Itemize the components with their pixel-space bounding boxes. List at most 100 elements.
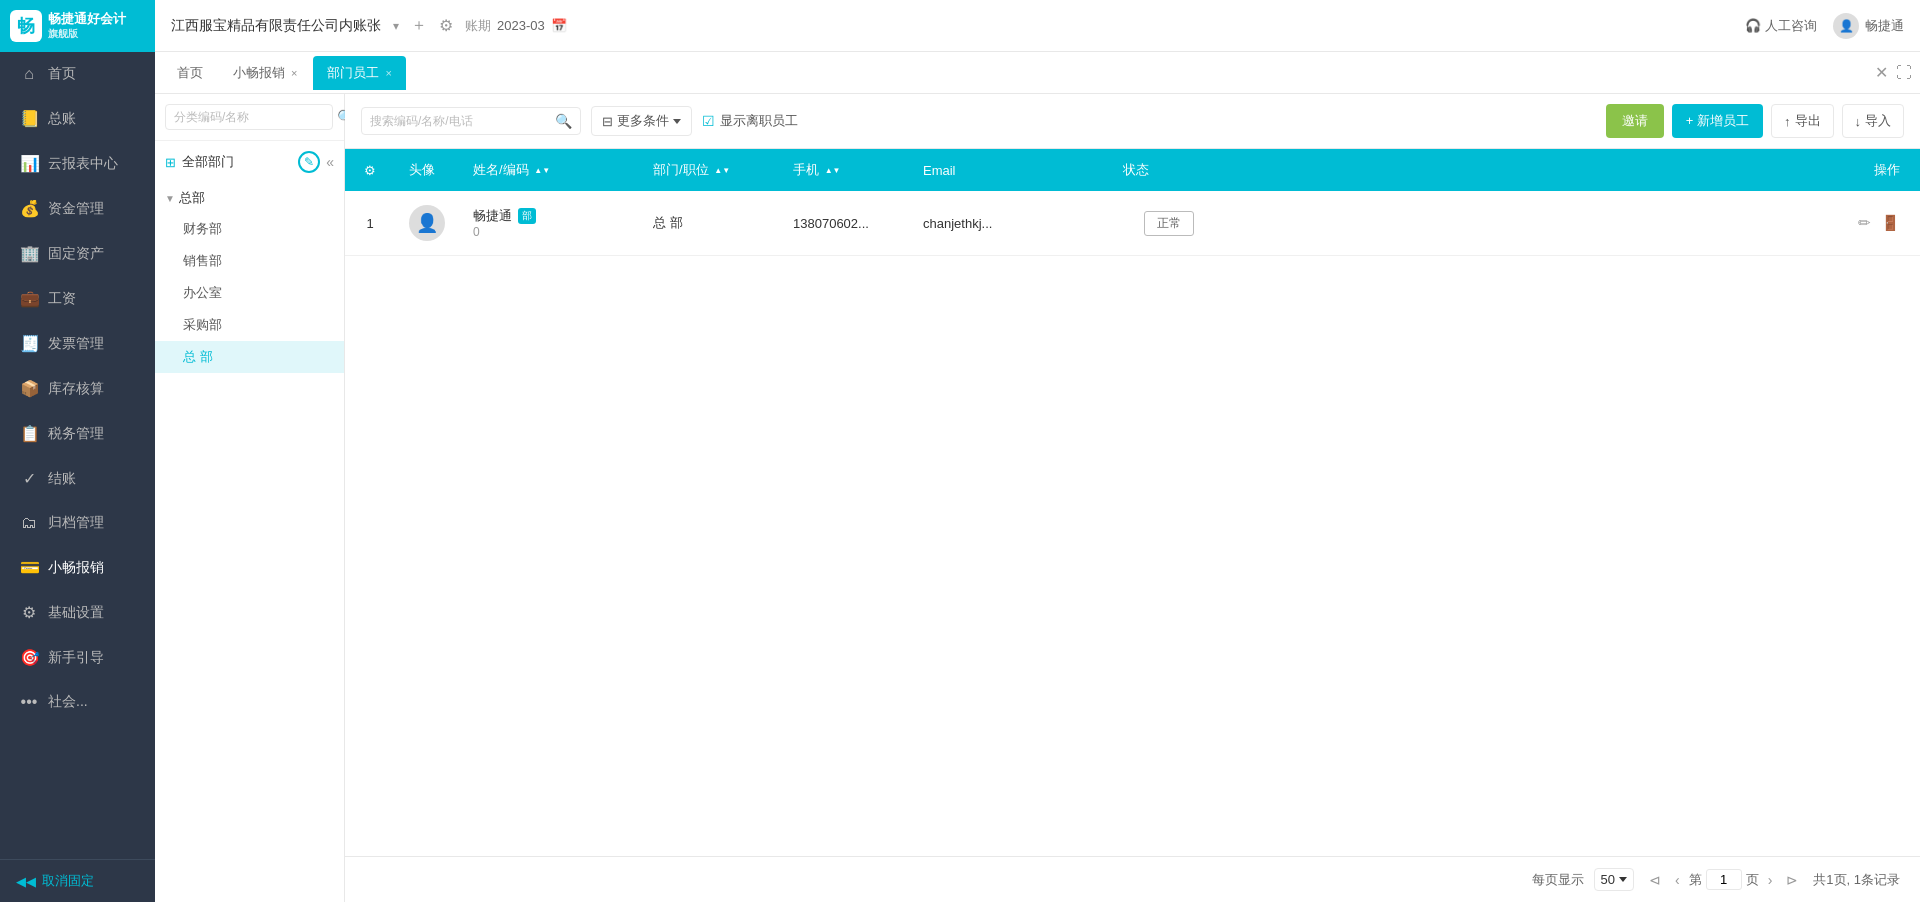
page-size-label: 每页显示 [1532, 871, 1584, 889]
dept-item-general[interactable]: 总 部 [155, 341, 344, 373]
archive-icon: 🗂 [20, 514, 38, 532]
sidebar-item-ledger[interactable]: 📒 总账 [0, 96, 155, 141]
all-departments-label[interactable]: 全部部门 [182, 153, 292, 171]
sidebar-item-settings[interactable]: ⚙ 基础设置 [0, 590, 155, 635]
assets-icon: 🏢 [20, 244, 38, 263]
sidebar-item-checkout[interactable]: ✓ 结账 [0, 456, 155, 501]
last-page-btn[interactable]: ⊳ [1781, 870, 1803, 890]
sidebar-item-more[interactable]: ••• 社会... [0, 680, 155, 724]
col-dept-header[interactable]: 部门/职位 ▲▼ [639, 149, 779, 191]
col-settings[interactable]: ⚙ [345, 149, 395, 191]
company-dropdown-btn[interactable]: ▾ [393, 19, 399, 33]
dept-badge: 部 [518, 208, 536, 224]
employees-table: ⚙ 头像 姓名/编码 ▲▼ 部门/职位 ▲▼ 手机 [345, 149, 1920, 256]
page-size-dropdown-icon [1619, 877, 1627, 882]
employee-search-input[interactable] [370, 114, 551, 128]
payroll-icon: 💼 [20, 289, 38, 308]
headphone-icon: 🎧 [1745, 18, 1761, 33]
period-label: 账期 [465, 17, 491, 35]
col-name-header[interactable]: 姓名/编码 ▲▼ [459, 149, 639, 191]
page-nav: ⊲ ‹ 第 页 › ⊳ [1644, 869, 1803, 890]
sidebar-item-archive[interactable]: 🗂 归档管理 [0, 501, 155, 545]
name-sort-icon: ▲▼ [534, 166, 550, 175]
sidebar-item-inventory[interactable]: 📦 库存核算 [0, 366, 155, 411]
page-input[interactable] [1706, 869, 1742, 890]
show-resigned-label: 显示离职员工 [720, 112, 798, 130]
unpin-icon: ◀◀ [16, 874, 36, 889]
sidebar-item-home[interactable]: ⌂ 首页 [0, 52, 155, 96]
show-resigned-checkbox[interactable]: ☑ 显示离职员工 [702, 112, 798, 130]
sidebar-item-assets[interactable]: 🏢 固定资产 [0, 231, 155, 276]
sidebar-item-tax-label: 税务管理 [48, 425, 104, 443]
page-input-area: 第 页 [1689, 869, 1759, 890]
dept-edit-btn[interactable]: ✎ [298, 151, 320, 173]
more-filters-btn[interactable]: ⊟ 更多条件 [591, 106, 692, 136]
sidebar-item-guide[interactable]: 🎯 新手引导 [0, 635, 155, 680]
right-panel: 🔍 ⊟ 更多条件 ☑ 显示离职员工 邀请 + 新增员工 ↑ 导出 [345, 94, 1920, 902]
first-page-btn[interactable]: ⊲ [1644, 870, 1666, 890]
status-badge: 正常 [1144, 211, 1194, 236]
page-size-value: 50 [1601, 872, 1615, 887]
period-value: 2023-03 [497, 18, 545, 33]
sidebar-item-invoice[interactable]: 🧾 发票管理 [0, 321, 155, 366]
employees-toolbar: 🔍 ⊟ 更多条件 ☑ 显示离职员工 邀请 + 新增员工 ↑ 导出 [345, 94, 1920, 149]
topbar-right: 🎧 人工咨询 👤 畅捷通 [1745, 13, 1904, 39]
dept-item-procurement[interactable]: 采购部 [155, 309, 344, 341]
dept-search-input[interactable] [165, 104, 333, 130]
tab-home[interactable]: 首页 [163, 56, 217, 90]
sidebar-item-ledger-label: 总账 [48, 110, 76, 128]
ledger-icon: 📒 [20, 109, 38, 128]
import-button[interactable]: ↓ 导入 [1842, 104, 1905, 138]
col-avatar-header: 头像 [395, 149, 459, 191]
tab-expense[interactable]: 小畅报销 × [219, 56, 311, 90]
add-company-btn[interactable]: ＋ [411, 15, 427, 36]
invite-button[interactable]: 邀请 [1606, 104, 1664, 138]
prev-page-btn[interactable]: ‹ [1670, 870, 1685, 890]
employee-search-icon[interactable]: 🔍 [555, 113, 572, 129]
sidebar-item-reports[interactable]: 📊 云报表中心 [0, 141, 155, 186]
app-name: 畅捷通好会计 [48, 11, 126, 27]
main-area: 江西服宝精品有限责任公司内账张 ▾ ＋ ⚙ 账期 2023-03 📅 🎧 人工咨… [155, 0, 1920, 902]
tab-expense-close[interactable]: × [291, 67, 297, 79]
reports-icon: 📊 [20, 154, 38, 173]
export-button[interactable]: ↑ 导出 [1771, 104, 1834, 138]
next-page-btn[interactable]: › [1763, 870, 1778, 890]
support-btn[interactable]: 🎧 人工咨询 [1745, 17, 1817, 35]
col-phone-header[interactable]: 手机 ▲▼ [779, 149, 909, 191]
page-size-select[interactable]: 50 [1594, 868, 1634, 891]
dept-item-office[interactable]: 办公室 [155, 277, 344, 309]
sidebar-item-payroll[interactable]: 💼 工资 [0, 276, 155, 321]
tab-employees-close[interactable]: × [385, 67, 391, 79]
dept-item-sales[interactable]: 销售部 [155, 245, 344, 277]
sidebar-item-guide-label: 新手引导 [48, 649, 104, 667]
avatar: 👤 [409, 205, 445, 241]
expand-tab-btn[interactable]: ⛶ [1896, 64, 1912, 82]
tab-employees[interactable]: 部门员工 × [313, 56, 405, 90]
dept-grid-icon: ⊞ [165, 155, 176, 170]
sidebar-item-funds[interactable]: 💰 资金管理 [0, 186, 155, 231]
row-avatar: 👤 [395, 191, 459, 256]
row-num: 1 [345, 191, 395, 256]
invoice-icon: 🧾 [20, 334, 38, 353]
settings-btn[interactable]: ⚙ [439, 16, 453, 35]
add-employee-button[interactable]: + 新增员工 [1672, 104, 1763, 138]
delete-icon[interactable]: 🚪 [1881, 214, 1900, 232]
filter-dropdown-icon [673, 119, 681, 124]
tax-icon: 📋 [20, 424, 38, 443]
dept-item-finance[interactable]: 财务部 [155, 213, 344, 245]
close-tab-btn[interactable]: ✕ [1875, 63, 1888, 82]
dept-collapse-btn[interactable]: « [326, 154, 334, 170]
more-icon: ••• [20, 693, 38, 711]
employee-code: 0 [473, 225, 625, 239]
user-menu[interactable]: 👤 畅捷通 [1833, 13, 1904, 39]
dept-group-root-label[interactable]: 总部 [179, 189, 205, 207]
edit-icon[interactable]: ✏ [1858, 214, 1871, 232]
unpin-button[interactable]: ◀◀ 取消固定 [0, 859, 155, 902]
action-icons: ✏ 🚪 [1243, 214, 1900, 232]
row-actions: ✏ 🚪 [1229, 191, 1920, 256]
name-cell-inner: 畅捷通 部 [473, 207, 625, 225]
sidebar-item-expense[interactable]: 💳 小畅报销 [0, 545, 155, 590]
filter-icon: ⊟ [602, 114, 613, 129]
sidebar-item-tax[interactable]: 📋 税务管理 [0, 411, 155, 456]
content-area: 🔍 ⊞ 全部部门 ✎ « ▼ 总部 财务部 销售部 办公室 采购部 总 部 [155, 94, 1920, 902]
